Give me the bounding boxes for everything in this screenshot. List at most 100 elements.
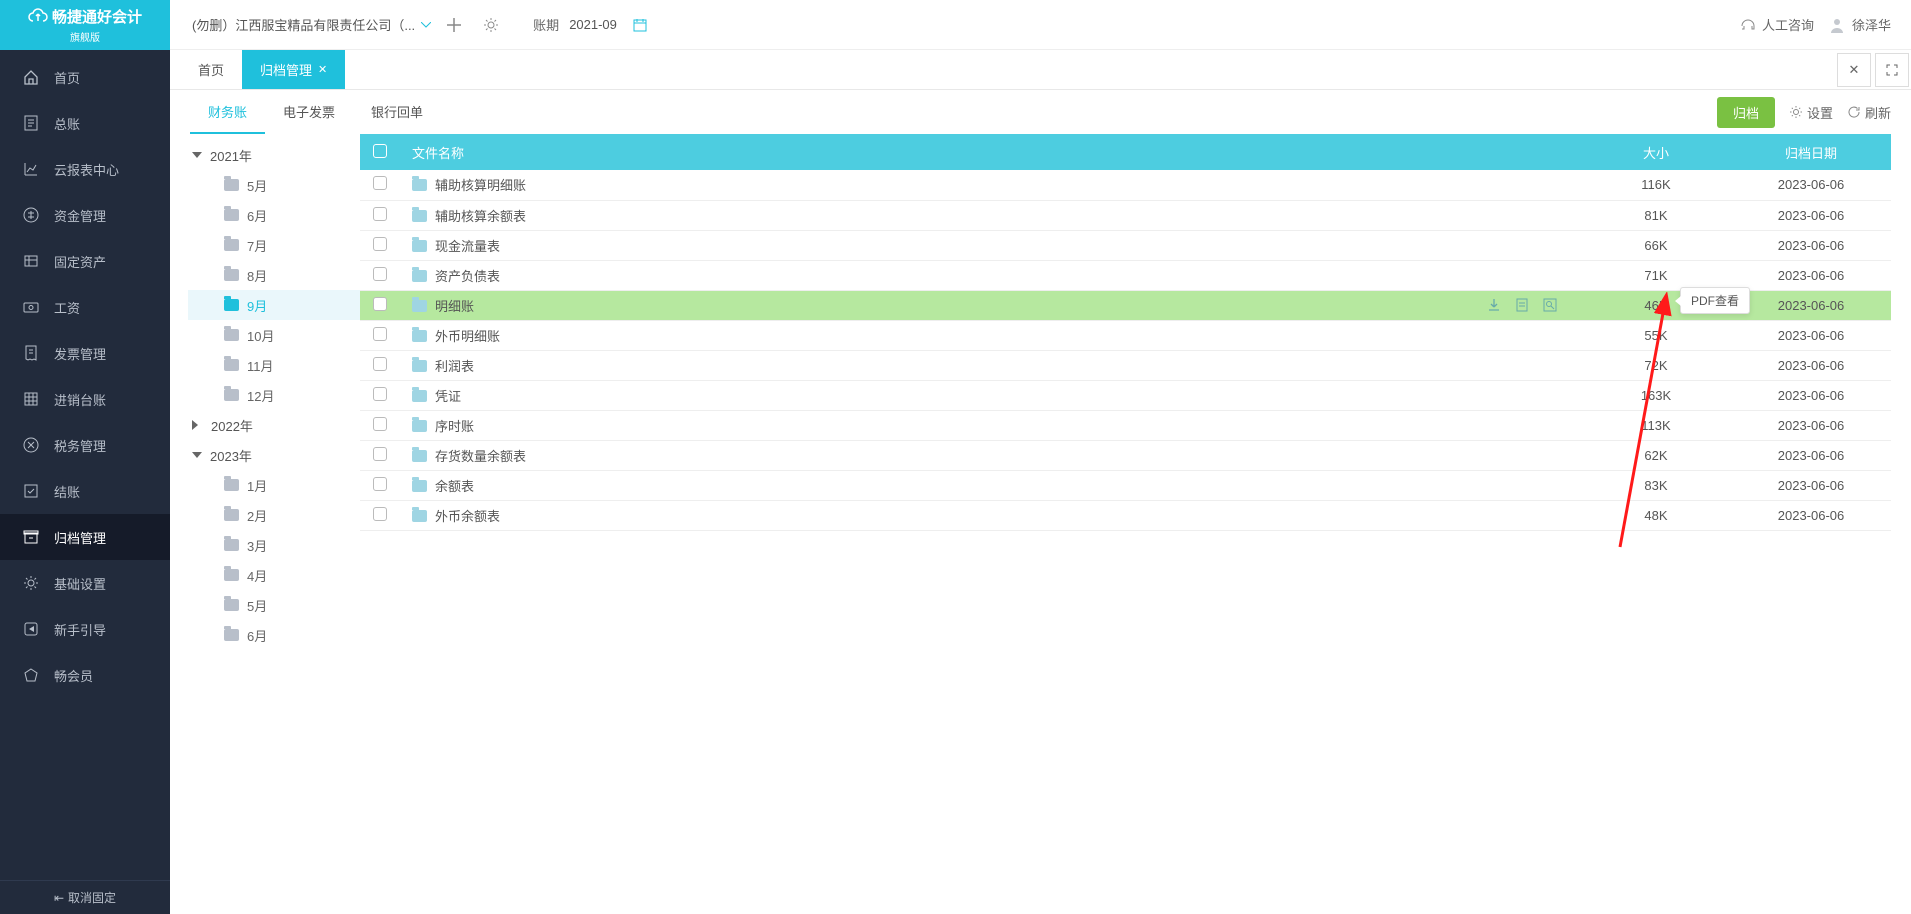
sidebar-item-4[interactable]: 固定资产 [0,238,170,284]
pdf-icon[interactable] [1513,296,1531,314]
tab-close-icon[interactable]: ✕ [318,63,327,76]
invoice-icon [22,344,40,362]
row-checkbox[interactable] [373,237,387,251]
sidebar-item-5[interactable]: 工资 [0,284,170,330]
tree-month-label: 8月 [247,266,267,285]
sidebar-item-0[interactable]: 首页 [0,54,170,100]
table-row[interactable]: 外币明细账55K2023-06-06 [360,320,1891,350]
period-value[interactable]: 2021-09 [569,17,617,32]
row-checkbox[interactable] [373,176,387,190]
tree-month[interactable]: 1月 [188,470,360,500]
folder-icon [224,329,239,341]
table-row[interactable]: 现金流量表66K2023-06-06 [360,230,1891,260]
sidebar-item-13[interactable]: 畅会员 [0,652,170,698]
table-row[interactable]: 资产负债表71K2023-06-06 [360,260,1891,290]
tree-month[interactable]: 12月 [188,380,360,410]
tree-month[interactable]: 6月 [188,200,360,230]
tree-month[interactable]: 6月 [188,620,360,650]
row-checkbox[interactable] [373,387,387,401]
sidebar-item-label: 税务管理 [54,436,106,455]
company-settings-button[interactable] [477,17,505,33]
tree-month[interactable]: 10月 [188,320,360,350]
folder-icon [412,179,427,191]
row-checkbox[interactable] [373,447,387,461]
table-row[interactable]: 辅助核算明细账116K2023-06-06 [360,170,1891,200]
tabs-close-button[interactable]: ✕ [1837,53,1871,87]
th-size: 大小 [1643,146,1669,161]
table-row[interactable]: 利润表72K2023-06-06 [360,350,1891,380]
refresh-button[interactable]: 刷新 [1847,103,1891,122]
sidebar-item-11[interactable]: 基础设置 [0,560,170,606]
sidebar-item-6[interactable]: 发票管理 [0,330,170,376]
row-checkbox[interactable] [373,327,387,341]
tree-month[interactable]: 9月 [188,290,360,320]
content: 财务账 电子发票 银行回单 归档 设置 刷新 [170,90,1911,914]
tree-month[interactable]: 3月 [188,530,360,560]
tree-month[interactable]: 5月 [188,170,360,200]
subtab-bank[interactable]: 银行回单 [353,90,441,134]
tree-year[interactable]: 2021年 [188,140,360,170]
download-icon[interactable] [1485,296,1503,314]
table-row[interactable]: 凭证163K2023-06-06 [360,380,1891,410]
row-checkbox[interactable] [373,507,387,521]
tab-home[interactable]: 首页 [180,50,242,89]
subtab-finance[interactable]: 财务账 [190,90,265,134]
sidebar-item-9[interactable]: 结账 [0,468,170,514]
consult-button[interactable]: 人工咨询 [1740,15,1814,34]
sidebar-footer-toggle[interactable]: ⇤ 取消固定 [0,880,170,914]
sidebar-item-2[interactable]: 云报表中心 [0,146,170,192]
table-row[interactable]: 辅助核算余额表81K2023-06-06 [360,200,1891,230]
row-checkbox[interactable] [373,267,387,281]
header: (勿删）江西服宝精品有限责任公司（... 账期 2021-09 人工咨询 [170,0,1911,50]
row-checkbox[interactable] [373,357,387,371]
tree-month[interactable]: 4月 [188,560,360,590]
archive-date: 2023-06-06 [1778,238,1845,253]
tree-month[interactable]: 7月 [188,230,360,260]
row-checkbox[interactable] [373,477,387,491]
pin-icon: ⇤ [54,891,64,905]
table-row[interactable]: 余额表83K2023-06-06 [360,470,1891,500]
sidebar-item-1[interactable]: 总账 [0,100,170,146]
period-picker-button[interactable] [627,18,653,32]
file-size: 62K [1644,448,1667,463]
th-name: 文件名称 [412,146,464,161]
folder-icon [224,599,239,611]
archive-date: 2023-06-06 [1778,508,1845,523]
settings-button[interactable]: 设置 [1789,103,1833,122]
row-checkbox[interactable] [373,417,387,431]
tree-year[interactable]: 2022年 [188,410,360,440]
archive-button[interactable]: 归档 [1717,97,1775,128]
folder-icon [224,569,239,581]
tree-month[interactable]: 2月 [188,500,360,530]
company-name: (勿删）江西服宝精品有限责任公司（... [192,15,415,34]
table-row[interactable]: 外币余额表48K2023-06-06 [360,500,1891,530]
sidebar-item-12[interactable]: 新手引导 [0,606,170,652]
tree-month[interactable]: 8月 [188,260,360,290]
folder-icon [224,479,239,491]
tabs-expand-button[interactable] [1875,53,1909,87]
select-all-checkbox[interactable] [373,144,387,158]
sidebar-item-7[interactable]: 进销台账 [0,376,170,422]
table-row[interactable]: 明细账46K2023-06-06 [360,290,1891,320]
tree-month[interactable]: 5月 [188,590,360,620]
tree-month[interactable]: 11月 [188,350,360,380]
add-company-button[interactable] [441,18,467,32]
tree-year[interactable]: 2023年 [188,440,360,470]
subtab-einvoice[interactable]: 电子发票 [265,90,353,134]
table-row[interactable]: 序时账113K2023-06-06 [360,410,1891,440]
folder-icon [412,240,427,252]
tab-archive-manage[interactable]: 归档管理 ✕ [242,50,345,89]
row-checkbox[interactable] [373,207,387,221]
tree-month-label: 6月 [247,206,267,225]
sidebar-item-8[interactable]: 税务管理 [0,422,170,468]
folder-icon [224,239,239,251]
sidebar-item-10[interactable]: 归档管理 [0,514,170,560]
row-checkbox[interactable] [373,297,387,311]
pdf-view-icon[interactable] [1541,296,1559,314]
sidebar-item-label: 资金管理 [54,206,106,225]
company-selector[interactable]: (勿删）江西服宝精品有限责任公司（... [192,15,431,34]
table-row[interactable]: 存货数量余额表62K2023-06-06 [360,440,1891,470]
home-icon [22,68,40,86]
sidebar-item-3[interactable]: 资金管理 [0,192,170,238]
user-menu[interactable]: 徐泽华 [1828,15,1891,34]
